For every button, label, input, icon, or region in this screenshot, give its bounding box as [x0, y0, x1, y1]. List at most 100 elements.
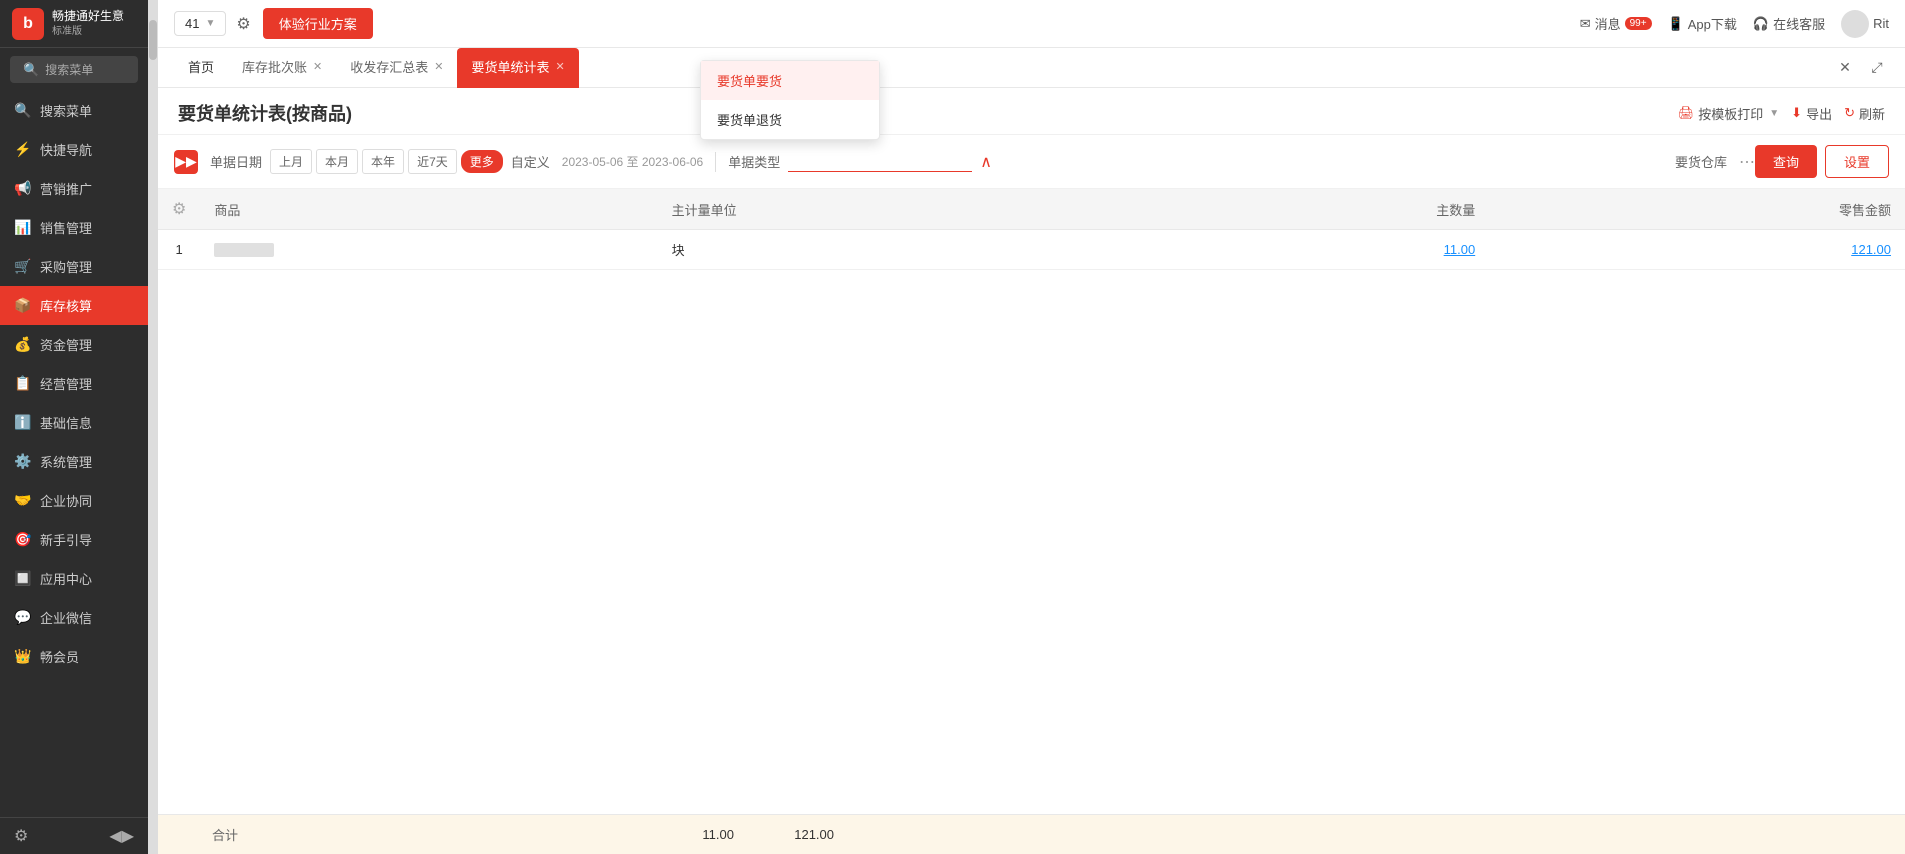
tab-3[interactable]: 要货单统计表✕ — [457, 48, 578, 88]
store-chevron-icon: ▼ — [205, 18, 215, 29]
date-quick-btns: 上月 本月 本年 近7天 更多 — [270, 149, 503, 174]
tab-close-2[interactable]: ✕ — [434, 60, 443, 73]
user-avatar — [1841, 10, 1869, 38]
nav-icon-3: 📊 — [14, 219, 32, 237]
dropdown-item-return[interactable]: 要货单退货 — [701, 100, 879, 139]
trial-button[interactable]: 体验行业方案 — [263, 8, 373, 39]
settings-icon[interactable]: ⚙ — [14, 826, 28, 846]
filter-expand-btn[interactable]: ▶▶ — [174, 150, 198, 174]
table-header-row: ⚙ 商品 主计量单位 主数量 零售金额 — [158, 189, 1905, 230]
tabs-actions: ✕ ⤢ — [1833, 56, 1889, 80]
dropdown-item-order[interactable]: 要货单要货 — [701, 88, 879, 100]
footer-total-label: 合计 — [198, 825, 548, 844]
sidebar-item-5[interactable]: 📦库存核算 — [0, 286, 148, 325]
filter-settings-button[interactable]: 设置 — [1825, 145, 1889, 178]
sidebar-search[interactable]: 🔍 搜索菜单 — [10, 56, 138, 83]
sidebar-item-13[interactable]: 💬企业微信 — [0, 598, 148, 637]
main-area: 41 ▼ ⚙ 体验行业方案 ✉ 消息 99+ 📱 App下载 🎧 在线客服 R — [158, 0, 1905, 854]
sidebar-item-0[interactable]: 🔍搜索菜单 — [0, 91, 148, 130]
message-icon: ✉ — [1580, 16, 1591, 32]
app-download-item[interactable]: 📱 App下载 — [1668, 14, 1737, 33]
nav-icon-1: ⚡ — [14, 141, 32, 159]
sidebar-item-9[interactable]: ⚙️系统管理 — [0, 442, 148, 481]
product-placeholder — [214, 243, 274, 257]
app-logo: b 畅捷通好生意 标准版 — [0, 0, 148, 48]
row-quantity-0: 11.00 — [1141, 230, 1489, 270]
online-service-item[interactable]: 🎧 在线客服 — [1753, 14, 1825, 33]
tab-close-3[interactable]: ✕ — [556, 60, 565, 73]
row-sales-amount-0: 121.00 — [1489, 230, 1905, 270]
sidebar-scrollbar[interactable] — [148, 0, 158, 854]
this-month-btn[interactable]: 本月 — [316, 149, 358, 174]
sidebar-item-8[interactable]: ℹ️基础信息 — [0, 403, 148, 442]
data-table: ⚙ 商品 主计量单位 主数量 零售金额 1 块 11.00 121. — [158, 189, 1905, 270]
maximize-icon[interactable]: ⤢ — [1865, 56, 1889, 80]
sidebar-item-3[interactable]: 📊销售管理 — [0, 208, 148, 247]
warehouse-more-icon[interactable]: ⋯ — [1739, 152, 1755, 172]
nav-icon-13: 💬 — [14, 609, 32, 627]
date-filter-label: 单据日期 — [210, 152, 262, 171]
this-year-btn[interactable]: 本年 — [362, 149, 404, 174]
phone-icon: 📱 — [1668, 16, 1684, 32]
header-gear-icon[interactable]: ⚙ — [236, 14, 250, 34]
tab-0[interactable]: 首页 — [174, 48, 228, 88]
tabs-container: 首页库存批次账✕收发存汇总表✕要货单统计表✕ — [174, 48, 1833, 88]
store-selector[interactable]: 41 ▼ — [174, 11, 226, 36]
last-7days-btn[interactable]: 近7天 — [408, 149, 457, 174]
last-month-btn[interactable]: 上月 — [270, 149, 312, 174]
filter-actions-right: 查询 设置 — [1755, 145, 1889, 178]
headset-icon: 🎧 — [1753, 16, 1769, 32]
type-filter-label: 单据类型 — [728, 152, 780, 171]
nav-icon-6: 💰 — [14, 336, 32, 354]
tab-1[interactable]: 库存批次账✕ — [228, 48, 336, 88]
nav-icon-9: ⚙️ — [14, 453, 32, 471]
type-filter-input[interactable] — [788, 152, 972, 172]
filter-type-group: 单据类型 ∧ — [728, 152, 1663, 172]
top-header: 41 ▼ ⚙ 体验行业方案 ✉ 消息 99+ 📱 App下载 🎧 在线客服 R — [158, 0, 1905, 48]
sidebar-collapse-icon[interactable]: ◀▶ — [109, 826, 134, 846]
query-button[interactable]: 查询 — [1755, 145, 1817, 178]
close-tab-icon[interactable]: ✕ — [1833, 56, 1857, 80]
col-product: 商品 — [200, 189, 657, 230]
tab-close-1[interactable]: ✕ — [313, 60, 322, 73]
page-content: 要货单统计表(按商品) 🖨 按模板打印 ▼ ⬇ 导出 ↻ 刷新 ▶▶ — [158, 88, 1905, 854]
column-settings-icon[interactable]: ⚙ — [172, 201, 186, 218]
date-range-text: 2023-05-06 至 2023-06-06 — [562, 153, 703, 170]
sidebar-nav: 🔍搜索菜单⚡快捷导航📢营销推广📊销售管理🛒采购管理📦库存核算💰资金管理📋经营管理… — [0, 91, 148, 817]
nav-icon-2: 📢 — [14, 180, 32, 198]
table-row: 1 块 11.00 121.00 — [158, 230, 1905, 270]
more-dates-btn[interactable]: 更多 — [461, 150, 503, 173]
nav-icon-5: 📦 — [14, 297, 32, 315]
sidebar-item-14[interactable]: 👑畅会员 — [0, 637, 148, 676]
nav-icon-8: ℹ️ — [14, 414, 32, 432]
header-right: ✉ 消息 99+ 📱 App下载 🎧 在线客服 Rit — [1580, 10, 1889, 38]
nav-icon-11: 🎯 — [14, 531, 32, 549]
type-filter-clear-icon[interactable]: ∧ — [980, 152, 992, 172]
custom-date-label: 自定义 — [511, 152, 550, 171]
sidebar-item-2[interactable]: 📢营销推广 — [0, 169, 148, 208]
sidebar-item-1[interactable]: ⚡快捷导航 — [0, 130, 148, 169]
sidebar-item-10[interactable]: 🤝企业协同 — [0, 481, 148, 520]
sidebar-item-11[interactable]: 🎯新手引导 — [0, 520, 148, 559]
sidebar-item-12[interactable]: 🔲应用中心 — [0, 559, 148, 598]
filter-bar: ▶▶ 单据日期 上月 本月 本年 近7天 更多 自定义 2023-05-06 至… — [158, 135, 1905, 189]
page-header: 要货单统计表(按商品) 🖨 按模板打印 ▼ ⬇ 导出 ↻ 刷新 — [158, 88, 1905, 135]
page-title: 要货单统计表(按商品) — [178, 100, 352, 126]
sidebar-item-4[interactable]: 🛒采购管理 — [0, 247, 148, 286]
export-btn[interactable]: ⬇ 导出 — [1791, 104, 1832, 123]
user-item[interactable]: Rit — [1841, 10, 1889, 38]
row-product-0 — [200, 230, 657, 270]
sidebar-item-6[interactable]: 💰资金管理 — [0, 325, 148, 364]
filter-date-group: 单据日期 上月 本月 本年 近7天 更多 自定义 2023-05-06 至 20… — [210, 149, 703, 174]
col-quantity: 主数量 — [1141, 189, 1489, 230]
print-btn[interactable]: 🖨 按模板打印 ▼ — [1678, 104, 1779, 123]
sidebar-item-7[interactable]: 📋经营管理 — [0, 364, 148, 403]
tab-2[interactable]: 收发存汇总表✕ — [336, 48, 457, 88]
refresh-icon: ↻ — [1844, 105, 1855, 121]
export-icon: ⬇ — [1791, 105, 1802, 121]
print-icon: 🖨 — [1678, 105, 1695, 121]
col-unit: 主计量单位 — [658, 189, 1141, 230]
refresh-btn[interactable]: ↻ 刷新 — [1844, 104, 1885, 123]
messages-item[interactable]: ✉ 消息 99+ — [1580, 14, 1652, 33]
table-footer: 合计 11.00 121.00 — [158, 814, 1905, 854]
